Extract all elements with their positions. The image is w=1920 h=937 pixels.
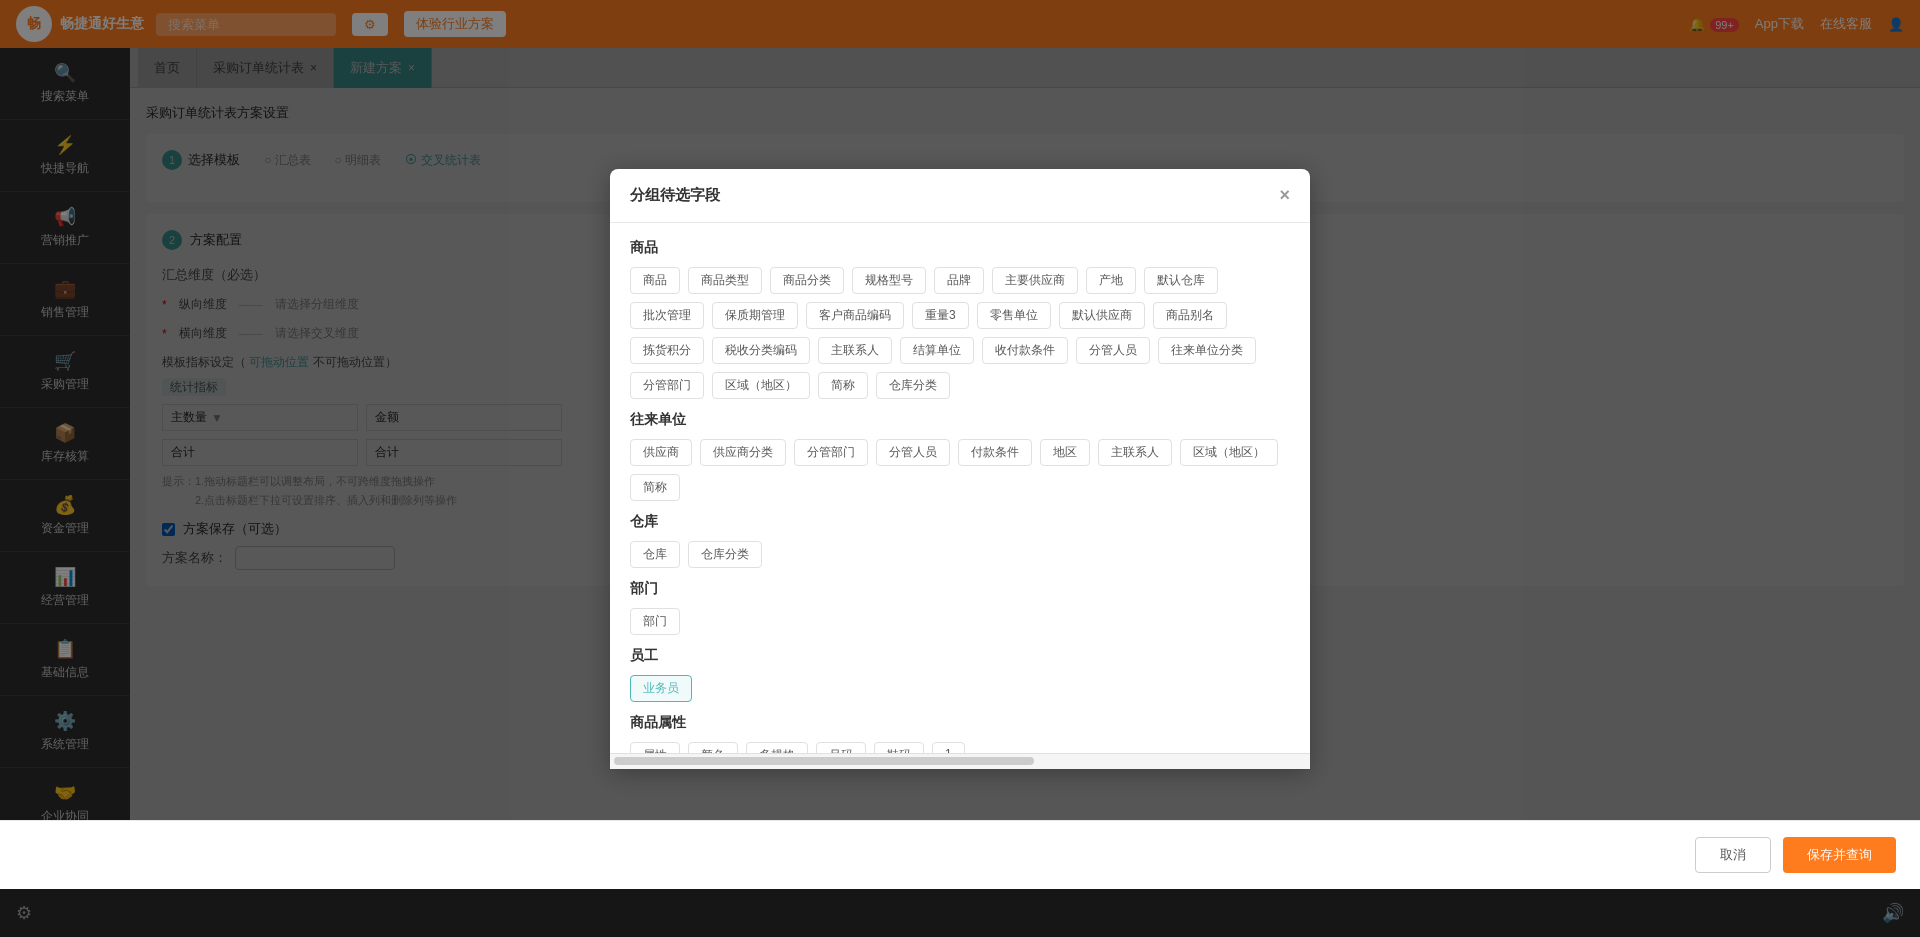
field-tag[interactable]: 属性 [630,742,680,753]
section-title-warehouse: 仓库 [630,513,1290,531]
field-tag[interactable]: 主联系人 [1098,439,1172,466]
field-tag[interactable]: 供应商 [630,439,692,466]
field-tag[interactable]: 仓库 [630,541,680,568]
field-tag[interactable]: 重量3 [912,302,969,329]
field-tag[interactable]: 商品类型 [688,267,762,294]
field-tag[interactable]: 零售单位 [977,302,1051,329]
field-tag[interactable]: 客户商品编码 [806,302,904,329]
section-title-product: 商品 [630,239,1290,257]
field-tag[interactable]: 仓库分类 [876,372,950,399]
field-tag[interactable]: 简称 [818,372,868,399]
modal-body[interactable]: 商品 商品 商品类型 商品分类 规格型号 品牌 主要供应商 产地 默认仓库 批次… [610,223,1310,753]
field-tag[interactable]: 保质期管理 [712,302,798,329]
field-tag[interactable]: 鞋码 [874,742,924,753]
field-tag[interactable]: 规格型号 [852,267,926,294]
field-tag[interactable]: 税收分类编码 [712,337,810,364]
section-title-department: 部门 [630,580,1290,598]
field-tag[interactable]: 供应商分类 [700,439,786,466]
field-tag[interactable]: 批次管理 [630,302,704,329]
field-tag[interactable]: 多规格 [746,742,808,753]
section-title-employee: 员工 [630,647,1290,665]
field-tag[interactable]: 商品别名 [1153,302,1227,329]
employee-fields: 业务员 [630,675,1290,702]
product-fields: 商品 商品类型 商品分类 规格型号 品牌 主要供应商 产地 默认仓库 批次管理 … [630,267,1290,399]
field-tag[interactable]: 主要供应商 [992,267,1078,294]
cancel-button[interactable]: 取消 [1695,837,1771,873]
field-tag[interactable]: 结算单位 [900,337,974,364]
section-title-partner: 往来单位 [630,411,1290,429]
field-tag[interactable]: 品牌 [934,267,984,294]
field-tag[interactable]: 付款条件 [958,439,1032,466]
field-tag[interactable]: 收付款条件 [982,337,1068,364]
modal-header: 分组待选字段 × [610,169,1310,223]
field-tag[interactable]: 分管人员 [876,439,950,466]
save-query-button[interactable]: 保存并查询 [1783,837,1896,873]
field-tag[interactable]: 颜色 [688,742,738,753]
field-tag[interactable]: 拣货积分 [630,337,704,364]
field-tag[interactable]: 默认仓库 [1144,267,1218,294]
partner-fields: 供应商 供应商分类 分管部门 分管人员 付款条件 地区 主联系人 区域（地区） … [630,439,1290,501]
field-tag[interactable]: 分管部门 [630,372,704,399]
modal-hscroll[interactable] [610,753,1310,769]
field-tag[interactable]: 简称 [630,474,680,501]
field-tag[interactable]: 区域（地区） [1180,439,1278,466]
field-tag[interactable]: 分管部门 [794,439,868,466]
modal-close-btn[interactable]: × [1279,185,1290,206]
field-tag[interactable]: 产地 [1086,267,1136,294]
department-fields: 部门 [630,608,1290,635]
field-tag[interactable]: 尺码 [816,742,866,753]
section-title-product-attr: 商品属性 [630,714,1290,732]
field-tag[interactable]: 区域（地区） [712,372,810,399]
field-tag[interactable]: 仓库分类 [688,541,762,568]
warehouse-fields: 仓库 仓库分类 [630,541,1290,568]
field-tag[interactable]: 主联系人 [818,337,892,364]
field-tag[interactable]: 地区 [1040,439,1090,466]
field-tag[interactable]: 1 [932,742,965,753]
field-tag[interactable]: 分管人员 [1076,337,1150,364]
hscroll-thumb [614,757,1034,765]
field-tag[interactable]: 商品 [630,267,680,294]
modal-overlay: 分组待选字段 × 商品 商品 商品类型 商品分类 规格型号 品牌 主要供应商 产… [0,0,1920,937]
product-attr-fields: 属性 颜色 多规格 尺码 鞋码 1 [630,742,1290,753]
field-tag[interactable]: 部门 [630,608,680,635]
modal-dialog: 分组待选字段 × 商品 商品 商品类型 商品分类 规格型号 品牌 主要供应商 产… [610,169,1310,769]
action-buttons: 取消 保存并查询 [0,820,1920,889]
field-tag[interactable]: 往来单位分类 [1158,337,1256,364]
modal-title: 分组待选字段 [630,186,720,205]
field-tag[interactable]: 默认供应商 [1059,302,1145,329]
field-tag[interactable]: 商品分类 [770,267,844,294]
field-tag-employee[interactable]: 业务员 [630,675,692,702]
